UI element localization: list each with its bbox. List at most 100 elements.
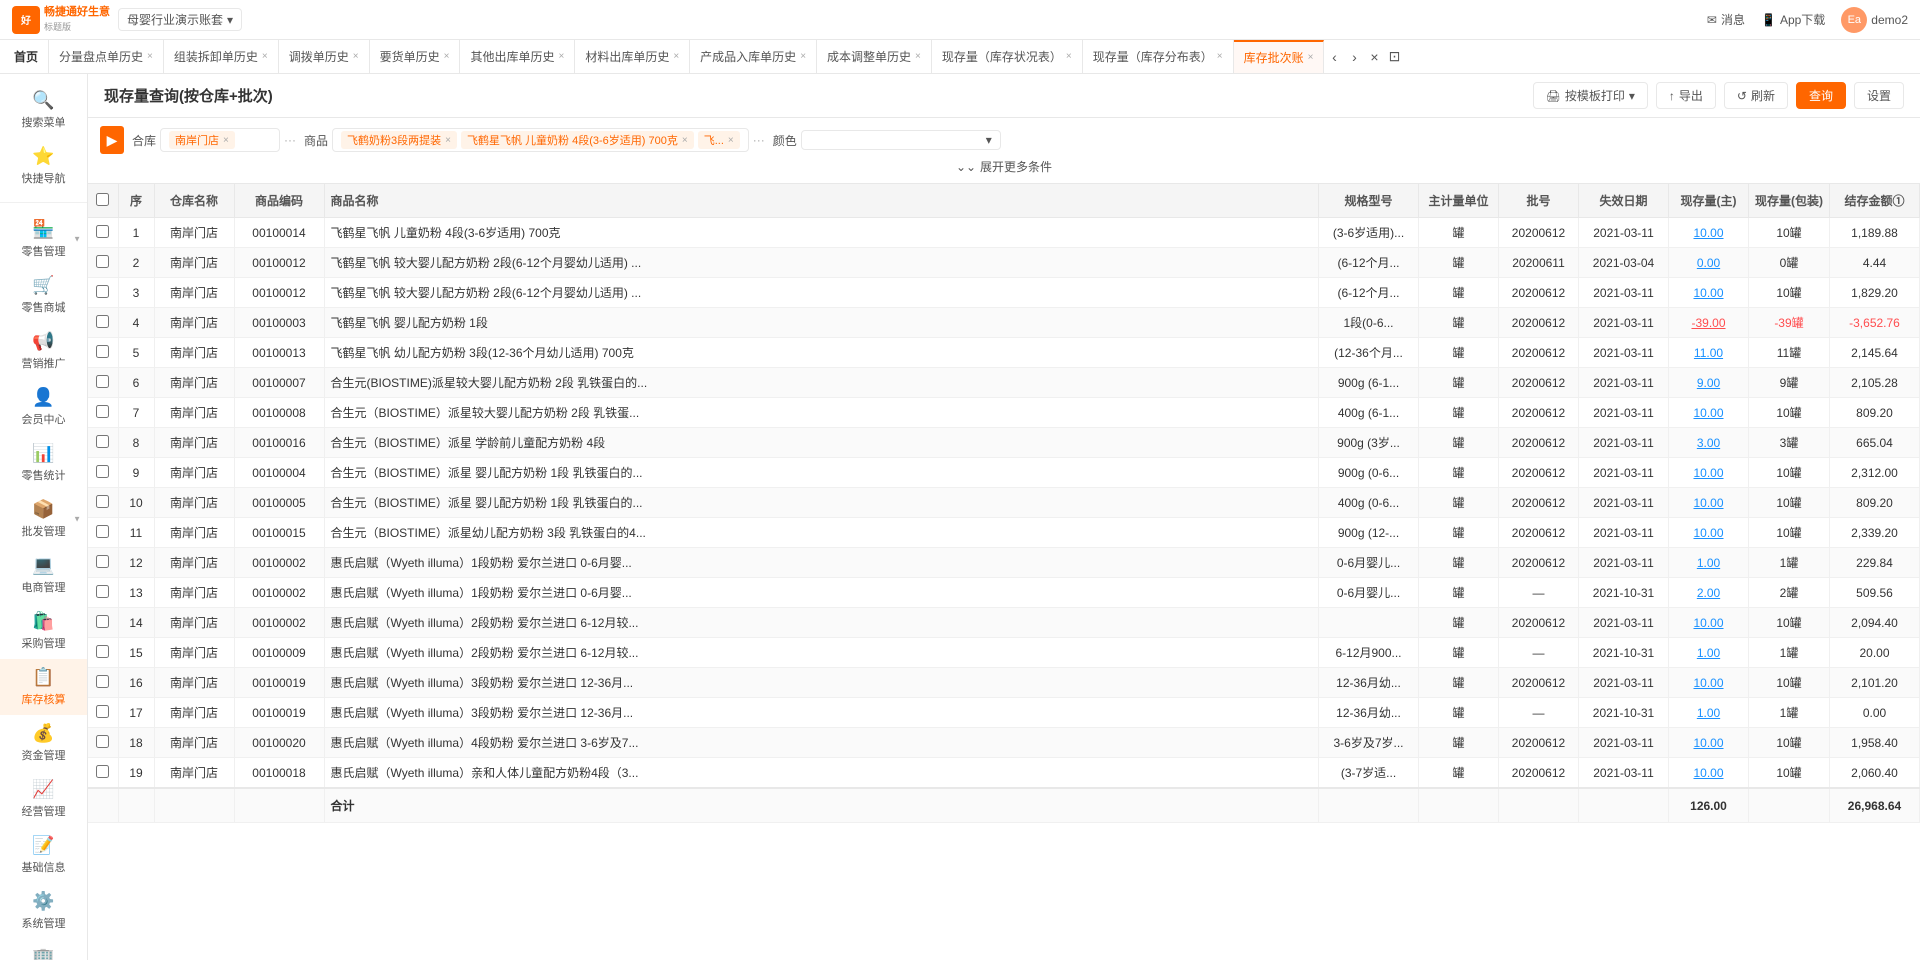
filter-expand-btn[interactable]: ⌄⌄ 展开更多条件 [100, 158, 1908, 175]
tab-xianc1[interactable]: 现存量（库存状况表） × [932, 40, 1083, 74]
tab-zuhe[interactable]: 组装拆卸单历史 × [164, 40, 279, 74]
td-check[interactable] [88, 548, 118, 578]
tab-prev-btn[interactable]: ‹ [1324, 49, 1344, 65]
td-check[interactable] [88, 368, 118, 398]
td-qty-main[interactable]: 9.00 [1669, 368, 1749, 398]
sidebar-item-enterprise[interactable]: 🏢 企业协同 [0, 939, 87, 960]
td-qty-main[interactable]: 2.00 [1669, 578, 1749, 608]
tab-yaoh[interactable]: 要货单历史 × [370, 40, 461, 74]
sidebar-item-search[interactable]: 🔍 搜索菜单 [0, 82, 87, 138]
message-btn[interactable]: ✉ 消息 [1707, 11, 1745, 28]
td-qty-main[interactable]: 10.00 [1669, 488, 1749, 518]
row-checkbox[interactable] [96, 315, 109, 328]
td-qty-main[interactable]: 10.00 [1669, 518, 1749, 548]
sidebar-item-purchase[interactable]: 🛍️ 采购管理 [0, 603, 87, 659]
td-check[interactable] [88, 758, 118, 789]
td-qty-main[interactable]: -39.00 [1669, 308, 1749, 338]
td-qty-main[interactable]: 10.00 [1669, 758, 1749, 789]
row-checkbox[interactable] [96, 435, 109, 448]
td-check[interactable] [88, 638, 118, 668]
td-check[interactable] [88, 338, 118, 368]
sidebar-item-retail-mgmt[interactable]: 🏪 零售管理 [0, 211, 87, 267]
tab-chuku[interactable]: 其他出库单历史 × [460, 40, 575, 74]
row-checkbox[interactable] [96, 465, 109, 478]
tab-close-all-btn[interactable]: × [1364, 49, 1384, 65]
td-check[interactable] [88, 308, 118, 338]
tab-yaoh-close[interactable]: × [444, 51, 450, 62]
filter-product-tag-3-close[interactable]: × [728, 135, 734, 146]
tab-xianc2[interactable]: 现存量（库存分布表） × [1083, 40, 1234, 74]
sidebar-item-finance[interactable]: 💰 资金管理 [0, 715, 87, 771]
row-checkbox[interactable] [96, 645, 109, 658]
industry-select[interactable]: 母婴行业演示账套 ▾ [118, 8, 242, 31]
td-check[interactable] [88, 728, 118, 758]
td-check[interactable] [88, 518, 118, 548]
tab-home[interactable]: 首页 [4, 40, 49, 74]
tab-zuhe-close[interactable]: × [262, 51, 268, 62]
row-checkbox[interactable] [96, 585, 109, 598]
td-check[interactable] [88, 278, 118, 308]
td-check[interactable] [88, 698, 118, 728]
row-checkbox[interactable] [96, 675, 109, 688]
td-qty-main[interactable]: 1.00 [1669, 698, 1749, 728]
select-all-checkbox[interactable] [96, 193, 109, 206]
tab-cost[interactable]: 成本调整单历史 × [817, 40, 932, 74]
sidebar-item-operation[interactable]: 📈 经营管理 [0, 771, 87, 827]
td-qty-main[interactable]: 3.00 [1669, 428, 1749, 458]
filter-product-more[interactable]: ··· [753, 133, 765, 147]
sidebar-item-wholesale[interactable]: 📦 批发管理 [0, 491, 87, 547]
filter-product-tag-1-close[interactable]: × [445, 135, 451, 146]
filter-warehouse-tag-close[interactable]: × [223, 135, 229, 146]
sidebar-item-retail-stat[interactable]: 📊 零售统计 [0, 435, 87, 491]
tab-kucun[interactable]: 库存批次账 × [1234, 40, 1325, 74]
th-check[interactable] [88, 184, 118, 218]
sidebar-item-member[interactable]: 👤 会员中心 [0, 379, 87, 435]
td-qty-main[interactable]: 10.00 [1669, 218, 1749, 248]
td-check[interactable] [88, 218, 118, 248]
td-qty-main[interactable]: 10.00 [1669, 278, 1749, 308]
td-qty-main[interactable]: 10.00 [1669, 728, 1749, 758]
td-qty-main[interactable]: 0.00 [1669, 248, 1749, 278]
td-check[interactable] [88, 458, 118, 488]
row-checkbox[interactable] [96, 405, 109, 418]
filter-product-tag-2-close[interactable]: × [682, 135, 688, 146]
row-checkbox[interactable] [96, 765, 109, 778]
td-qty-main[interactable]: 10.00 [1669, 458, 1749, 488]
td-check[interactable] [88, 398, 118, 428]
row-checkbox[interactable] [96, 495, 109, 508]
tab-diaob[interactable]: 调拨单历史 × [279, 40, 370, 74]
sidebar-item-basic-info[interactable]: 📝 基础信息 [0, 827, 87, 883]
row-checkbox[interactable] [96, 525, 109, 538]
tab-xianc1-close[interactable]: × [1066, 51, 1072, 62]
tab-xianc2-close[interactable]: × [1217, 51, 1223, 62]
user-area[interactable]: Ea demo2 [1841, 7, 1908, 33]
refresh-btn[interactable]: ↺ 刷新 [1724, 82, 1788, 109]
filter-expand-arrow-btn[interactable]: ▶ [100, 126, 124, 154]
sidebar-item-ecommerce[interactable]: 💻 电商管理 [0, 547, 87, 603]
tab-chanpin-close[interactable]: × [800, 51, 806, 62]
tab-kucun-close[interactable]: × [1308, 52, 1314, 63]
sidebar-item-sys-mgmt[interactable]: ⚙️ 系统管理 [0, 883, 87, 939]
filter-warehouse-tagbox[interactable]: 南岸门店 × [160, 128, 280, 152]
td-check[interactable] [88, 608, 118, 638]
sidebar-item-inventory[interactable]: 📋 库存核算 [0, 659, 87, 715]
td-qty-main[interactable]: 10.00 [1669, 398, 1749, 428]
settings-btn[interactable]: 设置 [1854, 82, 1904, 109]
td-qty-main[interactable]: 10.00 [1669, 608, 1749, 638]
tab-cailiao[interactable]: 材料出库单历史 × [575, 40, 690, 74]
td-check[interactable] [88, 668, 118, 698]
sidebar-item-retail-shop[interactable]: 🛒 零售商城 [0, 267, 87, 323]
tab-expand-btn[interactable]: ⊡ [1384, 48, 1404, 65]
app-download-btn[interactable]: 📱 App下载 [1761, 11, 1825, 28]
print-btn[interactable]: 🖨 按模板打印 ▾ [1533, 82, 1648, 109]
row-checkbox[interactable] [96, 555, 109, 568]
tab-chuku-close[interactable]: × [558, 51, 564, 62]
filter-warehouse-more[interactable]: ··· [284, 133, 296, 147]
filter-product-tagbox[interactable]: 飞鹤奶粉3段两提装 × 飞鹤星飞帆 儿童奶粉 4段(3-6岁适用) 700克 ×… [332, 128, 749, 152]
row-checkbox[interactable] [96, 255, 109, 268]
row-checkbox[interactable] [96, 225, 109, 238]
query-btn[interactable]: 查询 [1796, 82, 1846, 109]
tab-next-btn[interactable]: › [1344, 49, 1364, 65]
tab-cailiao-close[interactable]: × [673, 51, 679, 62]
tab-fenliang-close[interactable]: × [147, 51, 153, 62]
